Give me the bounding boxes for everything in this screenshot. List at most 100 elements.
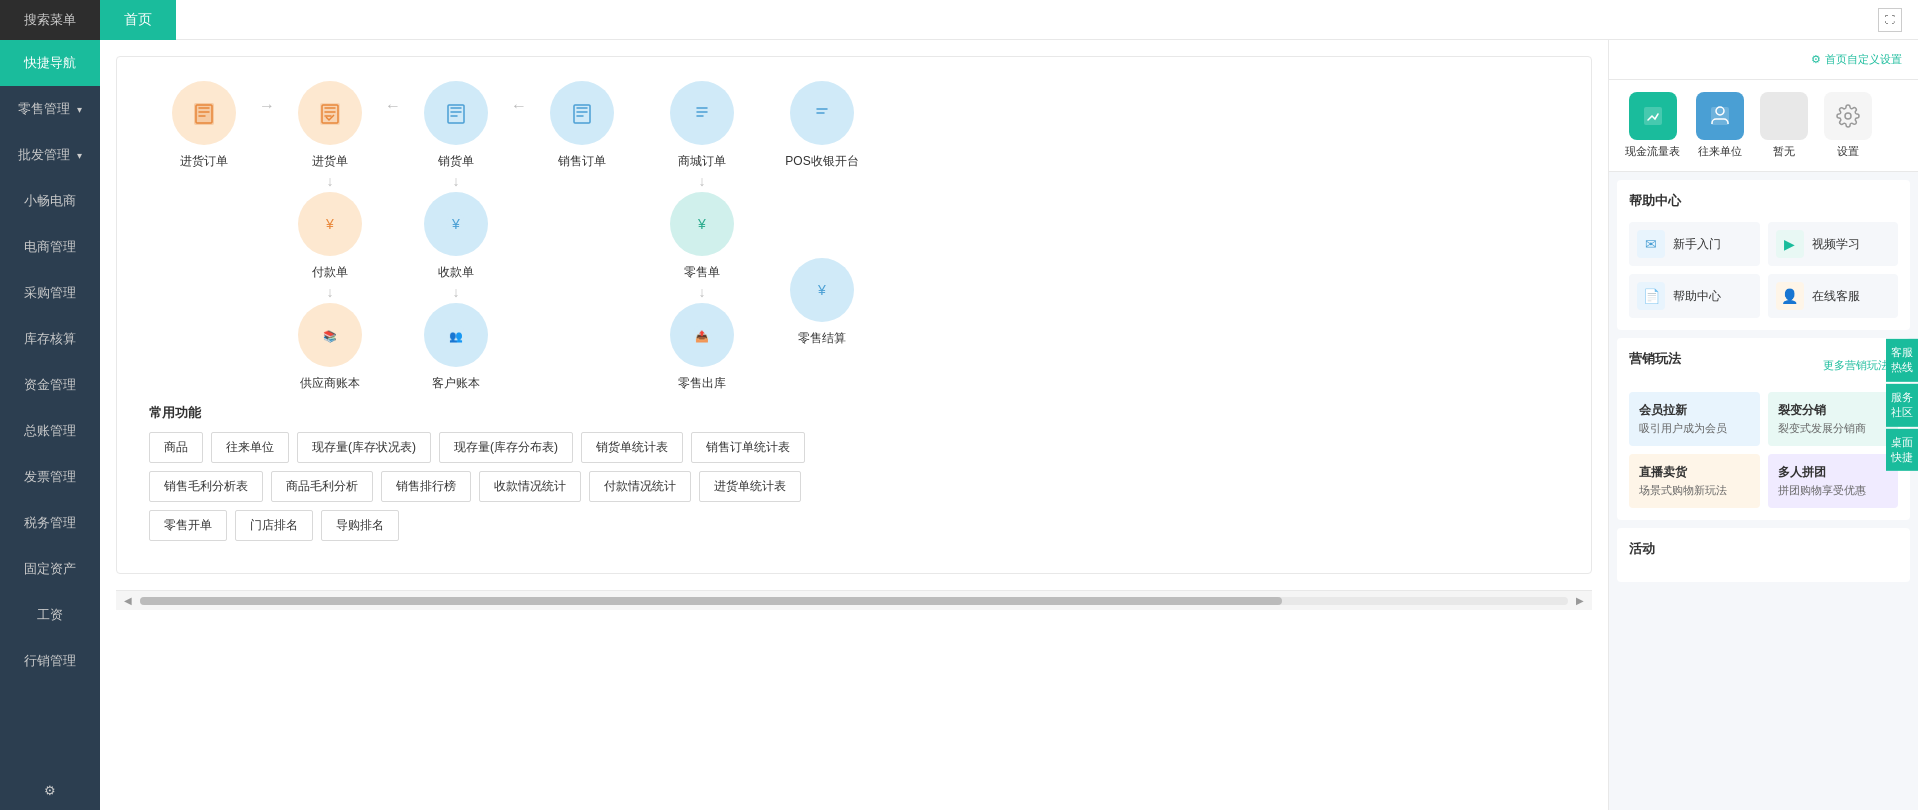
sidebar-item-marketing-mgmt[interactable]: 行销管理 [0,638,100,684]
func-btn-purchase-stat[interactable]: 进货单统计表 [699,471,801,502]
mall-order-icon[interactable] [670,81,734,145]
pos-icon[interactable] [790,81,854,145]
cashflow-label: 现金流量表 [1625,144,1680,159]
sidebar-item-finance[interactable]: 资金管理 [0,362,100,408]
sidebar-item-salary[interactable]: 工资 [0,592,100,638]
func-btn-receipt-stat[interactable]: 收款情况统计 [479,471,581,502]
svg-text:📚: 📚 [323,329,337,343]
help-grid: ✉ 新手入门 ▶ 视频学习 📄 帮助中心 👤 在线客服 [1629,222,1898,318]
main-panel: 进货订单 → 进货单 ↓ [100,40,1608,810]
video-icon: ▶ [1776,230,1804,258]
float-btn-desktop[interactable]: 桌面快捷 [1886,428,1918,471]
marketing-group[interactable]: 多人拼团 拼团购物享受优惠 [1768,454,1899,508]
func-btn-product[interactable]: 商品 [149,432,203,463]
func-btn-partner[interactable]: 往来单位 [211,432,289,463]
quick-icon-settings[interactable]: 设置 [1824,92,1872,159]
group-title: 多人拼团 [1778,464,1889,481]
retail-out-icon[interactable]: 📤 [670,303,734,367]
sidebar-item-ledger[interactable]: 总账管理 [0,408,100,454]
svg-text:¥: ¥ [817,282,826,298]
scroll-right-btn[interactable]: ▶ [1572,595,1588,606]
marketing-fission[interactable]: 裂变分销 裂变式发展分销商 [1768,392,1899,446]
func-btn-stock-status[interactable]: 现存量(库存状况表) [297,432,431,463]
search-menu[interactable]: 搜索菜单 [0,0,100,40]
scroll-left-btn[interactable]: ◀ [120,595,136,606]
func-btn-guide-rank[interactable]: 导购排名 [321,510,399,541]
svg-rect-18 [818,119,826,123]
func-btn-retail-order[interactable]: 零售开单 [149,510,227,541]
help-item-service[interactable]: 👤 在线客服 [1768,274,1899,318]
float-btn-service[interactable]: 客服热线 [1886,339,1918,382]
none-icon-box [1760,92,1808,140]
sidebar-item-purchase[interactable]: 采购管理 [0,270,100,316]
sidebar-settings[interactable]: ⚙ [0,771,100,810]
help-item-help[interactable]: 📄 帮助中心 [1629,274,1760,318]
sidebar-item-ecommerce[interactable]: 电商管理 [0,224,100,270]
help-item-beginner[interactable]: ✉ 新手入门 [1629,222,1760,266]
arrow-mall-down: ↓ [699,174,706,188]
quick-icon-partner[interactable]: 往来单位 [1696,92,1744,159]
func-btn-product-margin[interactable]: 商品毛利分析 [271,471,373,502]
svg-text:👥: 👥 [449,329,463,343]
help-item-video[interactable]: ▶ 视频学习 [1768,222,1899,266]
marketing-member[interactable]: 会员拉新 吸引用户成为会员 [1629,392,1760,446]
quick-nav-icons: ⚙ 首页自定义设置 [1609,40,1918,80]
marketing-live[interactable]: 直播卖货 场景式购物新玩法 [1629,454,1760,508]
func-btn-sale-rank[interactable]: 销售排行榜 [381,471,471,502]
group-desc: 拼团购物享受优惠 [1778,483,1889,498]
sale-order-icon[interactable] [550,81,614,145]
retail-out-label: 零售出库 [678,375,726,392]
common-functions-title: 常用功能 [149,404,1559,422]
retail-settle-icon[interactable]: ¥ [790,258,854,322]
payment-in-icon[interactable]: ¥ [424,192,488,256]
gear-icon: ⚙ [1811,53,1821,66]
func-btn-sale-stat[interactable]: 销货单统计表 [581,432,683,463]
svg-rect-17 [813,105,831,119]
sidebar-item-quick-nav[interactable]: 快捷导航 [0,40,100,86]
customer-account-icon[interactable]: 👥 [424,303,488,367]
func-btn-payment-stat[interactable]: 付款情况统计 [589,471,691,502]
marketing-section: 营销玩法 更多营销玩法 > 会员拉新 吸引用户成为会员 裂变分销 裂变式发展分销… [1617,338,1910,520]
sidebar-item-retail[interactable]: 零售管理 ▾ [0,86,100,132]
main-panel-inner: 进货订单 → 进货单 ↓ [100,40,1608,626]
sidebar-item-tax[interactable]: 税务管理 [0,500,100,546]
sale-doc-icon[interactable] [424,81,488,145]
settings-label: 设置 [1837,144,1859,159]
func-btn-stock-dist[interactable]: 现存量(库存分布表) [439,432,573,463]
payment-out-icon[interactable]: ¥ [298,192,362,256]
supplier-account-icon[interactable]: 📚 [298,303,362,367]
tab-home[interactable]: 首页 [100,0,176,40]
quick-icon-none[interactable]: 暂无 [1760,92,1808,159]
cashflow-icon-box [1629,92,1677,140]
sidebar: 快捷导航 零售管理 ▾ 批发管理 ▾ 小畅电商 电商管理 采购管理 库存核算 资… [0,40,100,810]
marketing-title: 营销玩法 [1629,350,1681,368]
col-sale-order: 销售订单 [527,81,637,170]
quick-icon-cashflow[interactable]: 现金流量表 [1625,92,1680,159]
pos-label: POS收银开台 [785,153,858,170]
func-grid-2: 销售毛利分析表 商品毛利分析 销售排行榜 收款情况统计 付款情况统计 进货单统计… [149,471,1559,502]
customize-setting[interactable]: ⚙ 首页自定义设置 [1811,52,1902,67]
live-title: 直播卖货 [1639,464,1750,481]
purchase-order-label: 进货订单 [180,153,228,170]
col-sale-doc: 销货单 ↓ ¥ 收款单 ↓ 👥 客户账本 [401,81,511,392]
customer-account-label: 客户账本 [432,375,480,392]
top-right: ⛶ [1878,8,1918,32]
flow-diagram: 进货订单 → 进货单 ↓ [116,56,1592,574]
func-btn-store-rank[interactable]: 门店排名 [235,510,313,541]
sidebar-item-inventory[interactable]: 库存核算 [0,316,100,362]
node-purchase-order[interactable]: 进货订单 [149,81,259,170]
help-doc-icon: 📄 [1637,282,1665,310]
func-btn-sale-margin[interactable]: 销售毛利分析表 [149,471,263,502]
scroll-thumb [140,597,1282,605]
sidebar-item-invoice[interactable]: 发票管理 [0,454,100,500]
sidebar-item-assets[interactable]: 固定资产 [0,546,100,592]
func-btn-sale-order-stat[interactable]: 销售订单统计表 [691,432,805,463]
supplier-account-label: 供应商账本 [300,375,360,392]
fullscreen-button[interactable]: ⛶ [1878,8,1902,32]
retail-order-icon[interactable]: ¥ [670,192,734,256]
sidebar-item-xiaocc[interactable]: 小畅电商 [0,178,100,224]
float-btn-community[interactable]: 服务社区 [1886,384,1918,427]
sidebar-item-wholesale[interactable]: 批发管理 ▾ [0,132,100,178]
purchase-icon[interactable] [298,81,362,145]
retail-settle-label: 零售结算 [798,330,846,347]
